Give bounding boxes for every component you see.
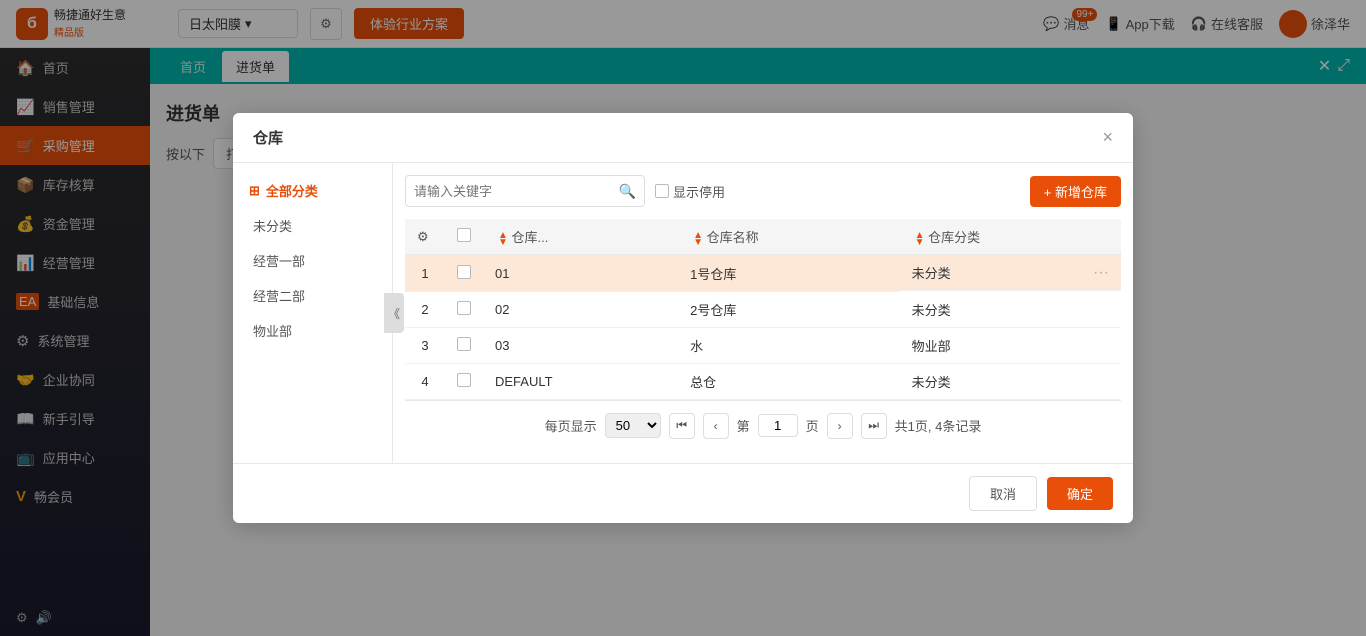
col-category-sort: ▲▼ — [915, 232, 925, 246]
row-num: 3 — [405, 327, 445, 363]
search-icon[interactable]: 🔍 — [619, 183, 636, 200]
table-row[interactable]: 1 01 1号仓库 未分类 ··· — [405, 255, 1121, 292]
table-row[interactable]: 2 02 2号仓库 未分类 — [405, 291, 1121, 327]
row-category: 物业部 — [900, 327, 1121, 363]
all-category-label: 全部分类 — [266, 181, 318, 200]
table-header-row: ⚙ ▲▼ 仓库... — [405, 219, 1121, 255]
search-input-wrap: 🔍 — [405, 175, 645, 207]
col-settings: ⚙ — [405, 219, 445, 255]
row-more-button[interactable]: ··· — [1093, 264, 1109, 282]
row-name: 2号仓库 — [678, 291, 899, 327]
row-code: 02 — [483, 291, 678, 327]
first-page-button[interactable]: ⏮ — [669, 413, 695, 439]
cancel-button[interactable]: 取消 — [969, 476, 1037, 511]
grid-icon: ⊞ — [249, 183, 260, 199]
row-code: 01 — [483, 255, 678, 292]
row-select-checkbox[interactable] — [457, 265, 471, 279]
row-select-checkbox[interactable] — [457, 301, 471, 315]
sort-icon: ▲▼ — [495, 230, 512, 245]
add-warehouse-button[interactable]: + 新增仓库 — [1030, 176, 1121, 207]
warehouse-modal: 仓库 × ⊞ 全部分类 未分类 经营一部 经营二部 物业部 《 — [233, 113, 1133, 523]
row-checkbox[interactable] — [445, 327, 483, 363]
pagination: 每页显示 50 20 100 ⏮ ‹ 第 页 › ⏭ 共1页, 4条记录 — [405, 400, 1121, 451]
right-panel: 🔍 显示停用 + 新增仓库 ⚙ — [393, 163, 1133, 463]
row-checkbox[interactable] — [445, 363, 483, 399]
page-label-prefix: 第 — [737, 416, 750, 435]
left-panel: ⊞ 全部分类 未分类 经营一部 经营二部 物业部 《 — [233, 163, 393, 463]
col-category: ▲▼ 仓库分类 — [900, 219, 1121, 255]
col-code: ▲▼ 仓库... — [483, 219, 678, 255]
all-category-header[interactable]: ⊞ 全部分类 — [233, 173, 392, 208]
row-category: 未分类 — [900, 291, 1121, 327]
col-checkbox — [445, 219, 483, 255]
warehouse-table: ⚙ ▲▼ 仓库... — [405, 219, 1121, 400]
modal-title: 仓库 — [253, 127, 283, 148]
select-all-checkbox[interactable] — [457, 228, 471, 242]
last-page-button[interactable]: ⏭ — [861, 413, 887, 439]
row-num: 4 — [405, 363, 445, 399]
row-category: 未分类 ··· — [900, 255, 1121, 291]
row-name: 水 — [678, 327, 899, 363]
show-disabled-checkbox-label[interactable]: 显示停用 — [655, 182, 725, 201]
category-item-ops2[interactable]: 经营二部 — [233, 278, 392, 313]
row-name: 1号仓库 — [678, 255, 899, 292]
total-info: 共1页, 4条记录 — [895, 416, 982, 435]
table-row[interactable]: 4 DEFAULT 总仓 未分类 — [405, 363, 1121, 399]
search-row: 🔍 显示停用 + 新增仓库 — [405, 175, 1121, 207]
row-checkbox[interactable] — [445, 291, 483, 327]
table-container: ⚙ ▲▼ 仓库... — [405, 219, 1121, 400]
category-item-ops1[interactable]: 经营一部 — [233, 243, 392, 278]
row-checkbox[interactable] — [445, 255, 483, 292]
page-label-suffix: 页 — [806, 416, 819, 435]
row-select-checkbox[interactable] — [457, 373, 471, 387]
per-page-label: 每页显示 — [545, 416, 597, 435]
prev-page-button[interactable]: ‹ — [703, 413, 729, 439]
row-code: 03 — [483, 327, 678, 363]
category-item-uncategorized[interactable]: 未分类 — [233, 208, 392, 243]
col-name: ▲▼ 仓库名称 — [678, 219, 899, 255]
search-input[interactable] — [414, 184, 619, 199]
row-select-checkbox[interactable] — [457, 337, 471, 351]
table-body: 1 01 1号仓库 未分类 ··· — [405, 255, 1121, 400]
show-disabled-label: 显示停用 — [673, 182, 725, 201]
modal-header: 仓库 × — [233, 113, 1133, 163]
collapse-panel-button[interactable]: 《 — [384, 293, 404, 333]
modal-body: ⊞ 全部分类 未分类 经营一部 经营二部 物业部 《 🔍 — [233, 163, 1133, 463]
row-name: 总仓 — [678, 363, 899, 399]
modal-overlay: 仓库 × ⊞ 全部分类 未分类 经营一部 经营二部 物业部 《 — [0, 0, 1366, 636]
row-code: DEFAULT — [483, 363, 678, 399]
row-category: 未分类 — [900, 363, 1121, 399]
per-page-select[interactable]: 50 20 100 — [605, 413, 661, 438]
category-item-property[interactable]: 物业部 — [233, 313, 392, 348]
modal-footer: 取消 确定 — [233, 463, 1133, 523]
table-head: ⚙ ▲▼ 仓库... — [405, 219, 1121, 255]
show-disabled-checkbox[interactable] — [655, 184, 669, 198]
next-page-button[interactable]: › — [827, 413, 853, 439]
modal-close-button[interactable]: × — [1102, 127, 1113, 148]
table-row[interactable]: 3 03 水 物业部 — [405, 327, 1121, 363]
page-number-input[interactable] — [758, 414, 798, 437]
col-name-sort: ▲▼ — [693, 232, 703, 246]
row-num: 2 — [405, 291, 445, 327]
row-num: 1 — [405, 255, 445, 292]
confirm-button[interactable]: 确定 — [1047, 477, 1113, 510]
